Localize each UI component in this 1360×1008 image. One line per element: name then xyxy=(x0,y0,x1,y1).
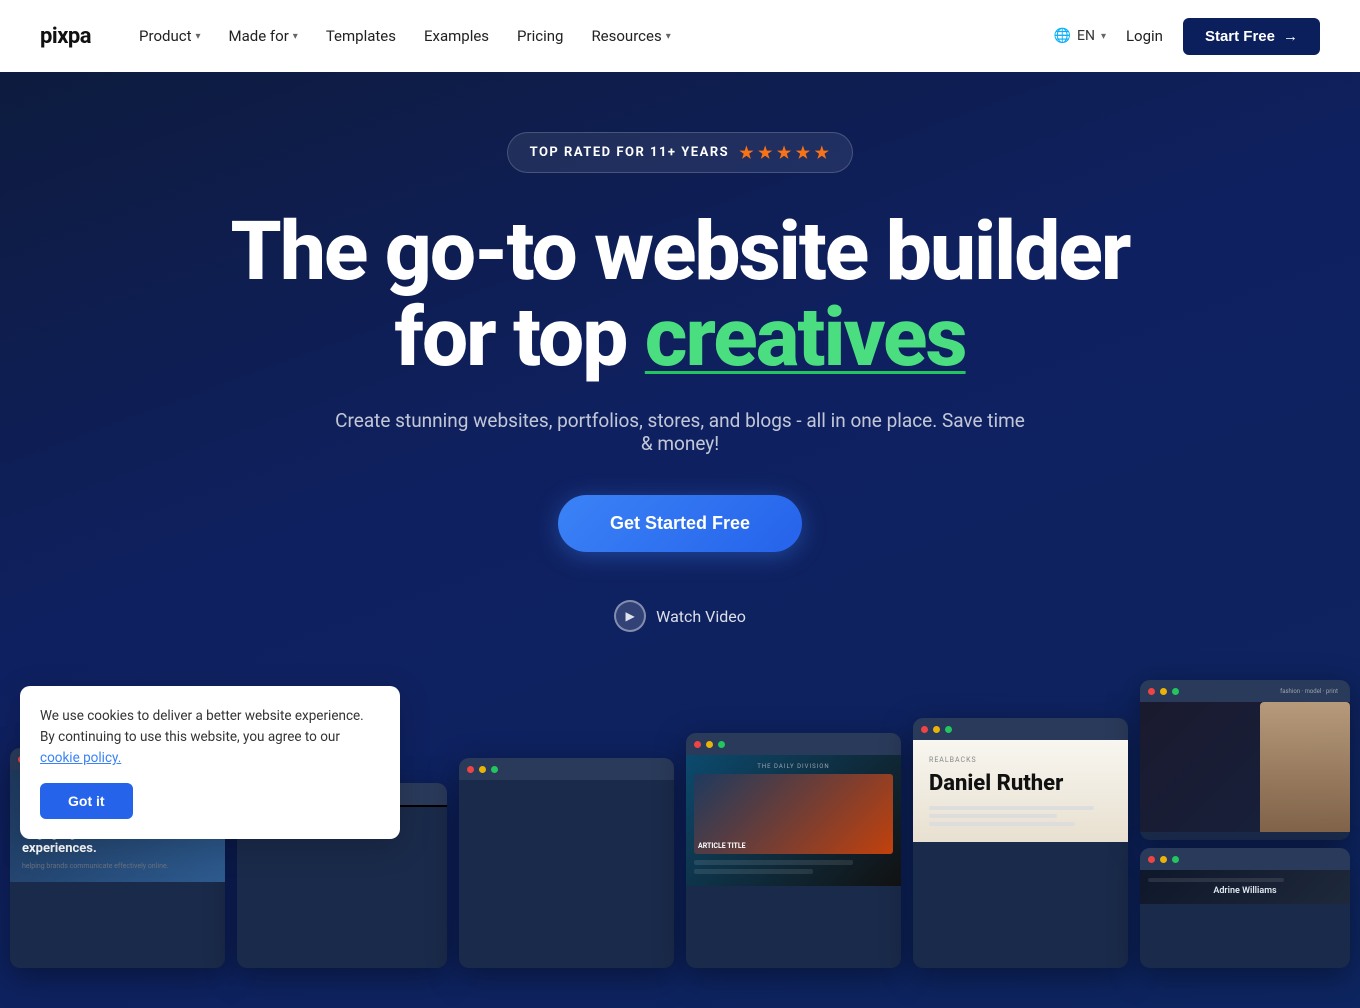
nav-right: 🌐 EN ▾ Login Start Free → xyxy=(1054,18,1320,55)
logo[interactable]: pixpa xyxy=(40,24,91,49)
star-icon: ★ xyxy=(777,143,793,162)
nav-pricing[interactable]: Pricing xyxy=(517,27,563,45)
nav-resources[interactable]: Resources ▾ xyxy=(591,27,670,45)
cookie-accept-button[interactable]: Got it xyxy=(40,783,133,819)
nav-product[interactable]: Product ▾ xyxy=(139,27,200,45)
hero-headline: The go-to website builder for top creati… xyxy=(130,209,1230,381)
login-link[interactable]: Login xyxy=(1126,27,1163,45)
nav-templates[interactable]: Templates xyxy=(326,27,396,45)
get-started-button[interactable]: Get Started Free xyxy=(558,495,802,552)
hero-section: TOP RATED FOR 11+ YEARS ★ ★ ★ ★ ★ The go… xyxy=(0,72,1360,1008)
star-icon: ★ xyxy=(758,143,774,162)
cookie-banner: We use cookies to deliver a better websi… xyxy=(20,686,400,839)
chevron-down-icon: ▾ xyxy=(293,31,298,42)
arrow-icon: → xyxy=(1283,28,1298,45)
watch-video-link[interactable]: ▶ Watch Video xyxy=(614,600,746,632)
screenshot-card-7: Adrine Williams xyxy=(1140,848,1350,968)
nav-examples[interactable]: Examples xyxy=(424,27,489,45)
nav-links: Product ▾ Made for ▾ Templates Examples … xyxy=(139,27,1022,45)
nav-made-for[interactable]: Made for ▾ xyxy=(229,27,298,45)
screenshot-card-3 xyxy=(459,758,674,968)
chevron-down-icon: ▾ xyxy=(666,31,671,42)
star-icon: ★ xyxy=(815,143,831,162)
star-icon: ★ xyxy=(796,143,812,162)
cookie-text: We use cookies to deliver a better websi… xyxy=(40,706,380,769)
globe-icon: 🌐 xyxy=(1054,28,1071,44)
hero-subtext: Create stunning websites, portfolios, st… xyxy=(330,409,1030,455)
star-icon: ★ xyxy=(739,143,755,162)
cookie-policy-link[interactable]: cookie policy. xyxy=(40,750,121,766)
screenshot-card-6: fashion · model · print xyxy=(1140,680,1350,840)
play-icon: ▶ xyxy=(614,600,646,632)
rating-badge: TOP RATED FOR 11+ YEARS ★ ★ ★ ★ ★ xyxy=(507,132,854,173)
screenshot-card-4: THE DAILY DIVISION ARTICLE TITLE xyxy=(686,733,901,968)
language-selector[interactable]: 🌐 EN ▾ xyxy=(1054,28,1106,44)
chevron-down-icon: ▾ xyxy=(1101,31,1106,42)
screenshot-card-5: RealBacks Daniel Ruther xyxy=(913,718,1128,968)
right-column-cards: fashion · model · print Adrine Williams xyxy=(1140,680,1350,968)
star-rating: ★ ★ ★ ★ ★ xyxy=(739,143,830,162)
chevron-down-icon: ▾ xyxy=(196,31,201,42)
navbar: pixpa Product ▾ Made for ▾ Templates Exa… xyxy=(0,0,1360,72)
start-free-button[interactable]: Start Free → xyxy=(1183,18,1320,55)
